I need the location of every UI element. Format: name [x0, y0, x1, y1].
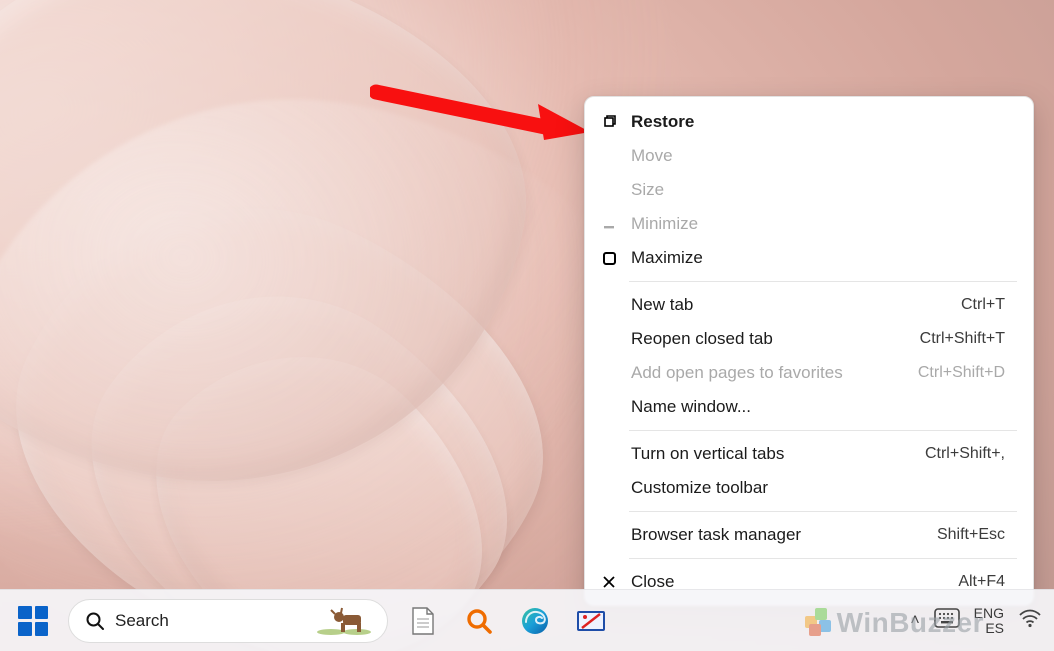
menu-item-label: Size [631, 179, 1005, 201]
menu-item-shortcut: Ctrl+Shift+T [920, 328, 1005, 350]
menu-item-minimize: Minimize [585, 207, 1033, 241]
blank-icon [599, 525, 619, 545]
blank-icon [599, 478, 619, 498]
tray-wifi-icon[interactable] [1018, 608, 1042, 633]
menu-item-turn-on-vertical-tabs[interactable]: Turn on vertical tabs Ctrl+Shift+, [585, 437, 1033, 471]
tray-touch-keyboard-icon[interactable] [934, 608, 960, 633]
tray-overflow-chevron-icon[interactable]: ˄ [910, 612, 919, 630]
blank-icon [599, 397, 619, 417]
menu-item-label: Move [631, 145, 1005, 167]
blank-icon [599, 295, 619, 315]
taskbar-search[interactable]: Search [68, 599, 388, 643]
minimize-icon [599, 214, 619, 234]
menu-item-label: Minimize [631, 213, 1005, 235]
menu-item-shortcut: Shift+Esc [937, 524, 1005, 546]
magnifier-icon [465, 607, 493, 635]
menu-item-size: Size [585, 173, 1033, 207]
tray-lang-primary: ENG [974, 606, 1004, 621]
menu-item-maximize[interactable]: Maximize [585, 241, 1033, 275]
menu-item-label: Customize toolbar [631, 477, 1005, 499]
menu-item-label: New tab [631, 294, 961, 316]
taskbar: Search [0, 589, 1054, 651]
menu-item-label: Reopen closed tab [631, 328, 920, 350]
menu-item-new-tab[interactable]: New tab Ctrl+T [585, 288, 1033, 322]
taskbar-pinned-search[interactable] [458, 600, 500, 642]
edge-icon [520, 606, 550, 636]
taskbar-search-label: Search [115, 611, 313, 631]
blank-icon [599, 363, 619, 383]
document-icon [410, 606, 436, 636]
menu-item-shortcut: Ctrl+Shift+D [918, 362, 1005, 384]
menu-item-browser-task-manager[interactable]: Browser task manager Shift+Esc [585, 518, 1033, 552]
wallpaper-petal [30, 220, 569, 651]
menu-item-shortcut: Ctrl+T [961, 294, 1005, 316]
blank-icon [599, 444, 619, 464]
menu-item-add-open-pages-to-favorites: Add open pages to favorites Ctrl+Shift+D [585, 356, 1033, 390]
snip-icon [576, 608, 606, 634]
search-icon [85, 611, 105, 631]
menu-item-name-window[interactable]: Name window... [585, 390, 1033, 424]
menu-item-restore[interactable]: Restore [585, 105, 1033, 139]
menu-item-label: Name window... [631, 396, 1005, 418]
taskbar-pinned-edge[interactable] [514, 600, 556, 642]
tray-language-indicator[interactable]: ENG ES [974, 606, 1004, 636]
menu-item-label: Browser task manager [631, 524, 937, 546]
restore-icon [599, 112, 619, 132]
wallpaper-petal [0, 0, 560, 532]
window-context-menu: Restore Move Size Minimize Maximize New … [584, 96, 1034, 606]
menu-item-reopen-closed-tab[interactable]: Reopen closed tab Ctrl+Shift+T [585, 322, 1033, 356]
windows-logo-icon [18, 606, 48, 636]
wallpaper-petal [0, 130, 604, 651]
tray-lang-secondary: ES [974, 621, 1004, 636]
menu-item-move: Move [585, 139, 1033, 173]
menu-item-label: Maximize [631, 247, 1005, 269]
menu-item-label: Add open pages to favorites [631, 362, 918, 384]
menu-item-shortcut: Ctrl+Shift+, [925, 443, 1005, 465]
menu-item-customize-toolbar[interactable]: Customize toolbar [585, 471, 1033, 505]
blank-icon [599, 329, 619, 349]
system-tray: ˄ ENG ES [910, 606, 1042, 636]
blank-icon [599, 146, 619, 166]
menu-separator [629, 430, 1017, 431]
menu-item-label: Turn on vertical tabs [631, 443, 925, 465]
start-button[interactable] [12, 600, 54, 642]
taskbar-pinned-file-explorer[interactable] [402, 600, 444, 642]
taskbar-pinned-snipping-tool[interactable] [570, 600, 612, 642]
search-highlight-icon [313, 603, 377, 639]
menu-item-label: Restore [631, 111, 1005, 133]
blank-icon [599, 180, 619, 200]
maximize-icon [599, 248, 619, 268]
menu-separator [629, 558, 1017, 559]
menu-separator [629, 511, 1017, 512]
menu-separator [629, 281, 1017, 282]
